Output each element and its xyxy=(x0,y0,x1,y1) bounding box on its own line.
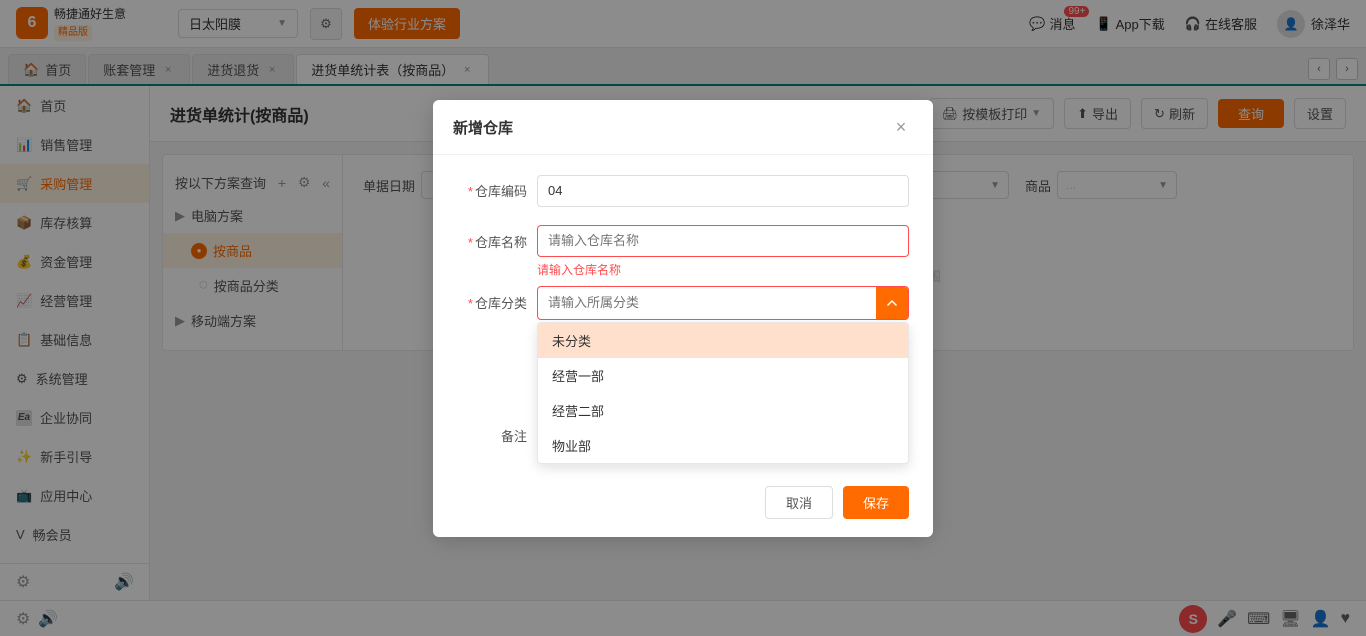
warehouse-code-input[interactable] xyxy=(537,175,909,207)
name-field: 请输入仓库名称 xyxy=(537,225,909,278)
modal-overlay: 新增仓库 × *仓库编码 *仓库名称 请输入仓库名称 xyxy=(0,0,1366,636)
dropdown-item-dept1[interactable]: 经营一部 xyxy=(538,358,908,393)
modal: 新增仓库 × *仓库编码 *仓库名称 请输入仓库名称 xyxy=(433,100,933,537)
modal-title: 新增仓库 xyxy=(453,117,513,138)
warehouse-category-input[interactable] xyxy=(538,287,876,319)
category-field: 未分类 经营一部 经营二部 物业部 xyxy=(537,286,909,320)
code-field-row: *仓库编码 xyxy=(457,175,909,207)
remark-label: 备注 xyxy=(457,426,537,445)
save-button[interactable]: 保存 xyxy=(843,486,909,519)
dropdown-item-property[interactable]: 物业部 xyxy=(538,428,908,463)
modal-footer: 取消 保存 xyxy=(433,478,933,537)
modal-header: 新增仓库 × xyxy=(433,100,933,155)
category-dropdown: 未分类 经营一部 经营二部 物业部 xyxy=(537,322,909,464)
cancel-button[interactable]: 取消 xyxy=(765,486,833,519)
warehouse-name-input[interactable] xyxy=(537,225,909,257)
name-error-msg: 请输入仓库名称 xyxy=(537,261,909,278)
category-input-wrapper xyxy=(537,286,909,320)
code-label: *仓库编码 xyxy=(457,181,537,200)
category-toggle-btn[interactable] xyxy=(876,287,908,319)
dropdown-item-none[interactable]: 未分类 xyxy=(538,323,908,358)
category-field-row: *仓库分类 未分类 xyxy=(457,286,909,320)
modal-body: *仓库编码 *仓库名称 请输入仓库名称 *仓库分类 xyxy=(433,155,933,478)
name-label: *仓库名称 xyxy=(457,225,537,251)
name-field-row: *仓库名称 请输入仓库名称 xyxy=(457,225,909,278)
modal-close-button[interactable]: × xyxy=(889,116,913,140)
code-field xyxy=(537,175,909,207)
chevron-up-icon xyxy=(885,296,899,310)
category-label: *仓库分类 xyxy=(457,286,537,312)
dropdown-item-dept2[interactable]: 经营二部 xyxy=(538,393,908,428)
